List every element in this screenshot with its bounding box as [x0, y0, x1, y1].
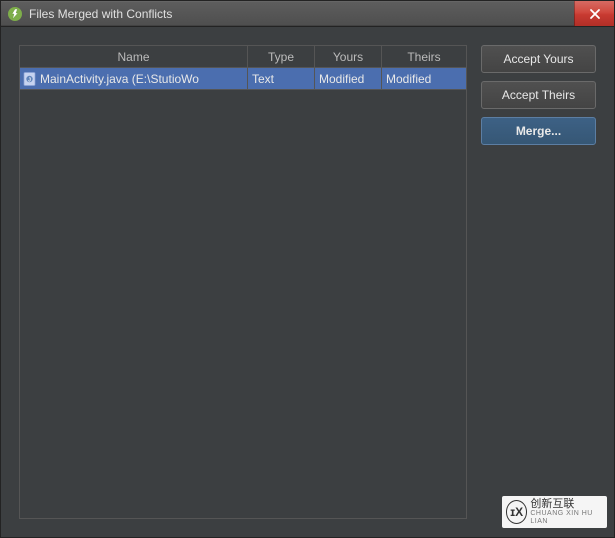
file-name-label: MainActivity.java (E:\StutioWo: [40, 72, 199, 86]
cell-name: J MainActivity.java (E:\StutioWo: [20, 68, 248, 89]
cell-theirs: Modified: [382, 68, 466, 89]
column-header-theirs[interactable]: Theirs: [382, 46, 466, 67]
watermark: ɪX 创新互联 CHUANG XIN HU LIAN: [502, 496, 607, 528]
watermark-main: 创新互联: [530, 498, 603, 510]
column-header-yours[interactable]: Yours: [315, 46, 382, 67]
dialog-content: Name Type Yours Theirs J: [1, 27, 614, 537]
watermark-logo-icon: ɪX: [506, 500, 527, 524]
accept-theirs-button[interactable]: Accept Theirs: [481, 81, 596, 109]
watermark-sub: CHUANG XIN HU LIAN: [530, 510, 603, 525]
merge-button[interactable]: Merge...: [481, 117, 596, 145]
table-header: Name Type Yours Theirs: [20, 46, 466, 68]
table-row[interactable]: J MainActivity.java (E:\StutioWo Text Mo…: [20, 68, 466, 90]
svg-text:J: J: [28, 77, 31, 83]
table-body: J MainActivity.java (E:\StutioWo Text Mo…: [20, 68, 466, 518]
cell-type: Text: [248, 68, 315, 89]
column-header-type[interactable]: Type: [248, 46, 315, 67]
window-title: Files Merged with Conflicts: [29, 7, 172, 21]
close-button[interactable]: [574, 1, 614, 26]
cell-yours: Modified: [315, 68, 382, 89]
title-bar: Files Merged with Conflicts: [1, 1, 614, 27]
app-icon: [7, 6, 23, 22]
conflicts-table: Name Type Yours Theirs J: [19, 45, 467, 519]
action-buttons: Accept Yours Accept Theirs Merge...: [481, 45, 596, 519]
accept-yours-button[interactable]: Accept Yours: [481, 45, 596, 73]
column-header-name[interactable]: Name: [20, 46, 248, 67]
dialog-window: Files Merged with Conflicts Name Type Yo…: [0, 0, 615, 538]
watermark-text: 创新互联 CHUANG XIN HU LIAN: [530, 498, 603, 525]
java-file-icon: J: [22, 72, 36, 86]
